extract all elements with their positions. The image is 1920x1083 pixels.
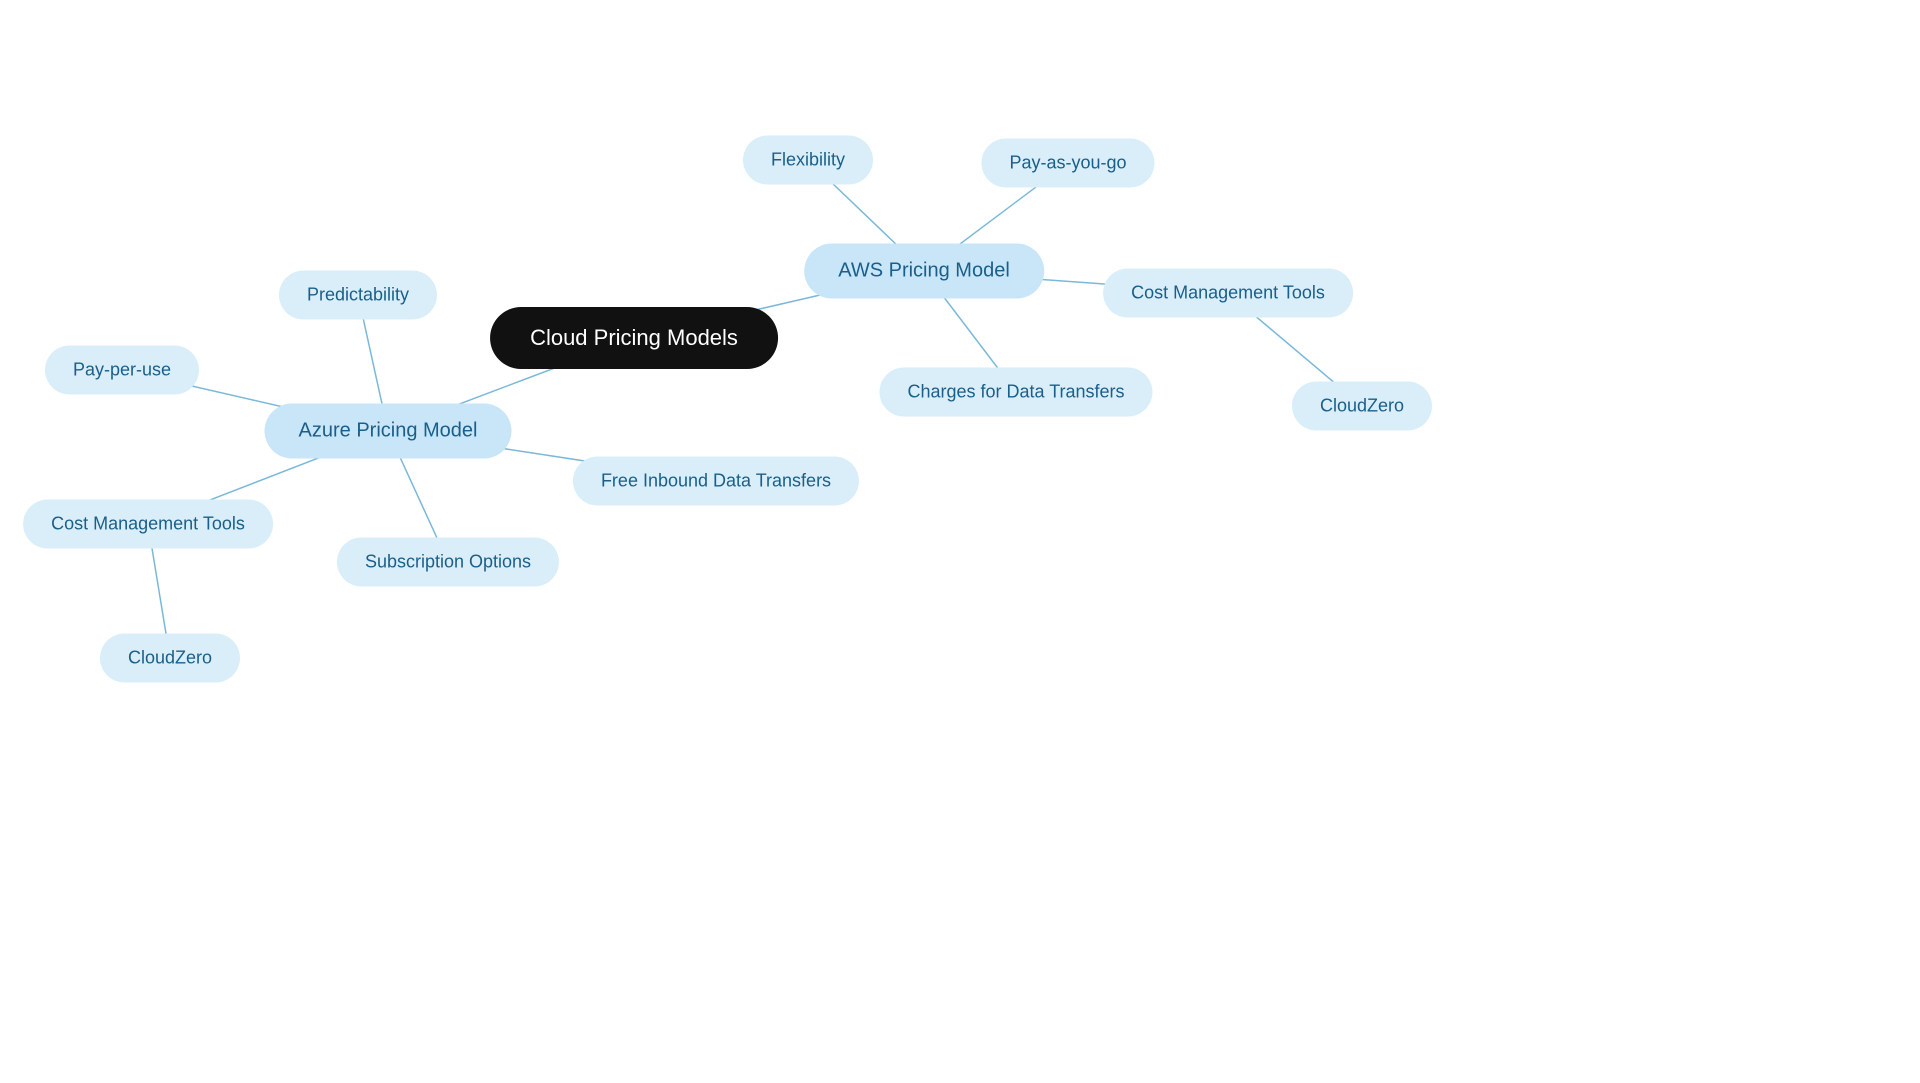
- cost-management-aws-node[interactable]: Cost Management Tools: [1103, 269, 1353, 318]
- aws-pricing-model-node[interactable]: AWS Pricing Model: [804, 244, 1044, 299]
- center-node[interactable]: Cloud Pricing Models: [490, 307, 778, 369]
- pay-as-you-go-node[interactable]: Pay-as-you-go: [981, 139, 1154, 188]
- charges-data-transfers-node[interactable]: Charges for Data Transfers: [879, 368, 1152, 417]
- flexibility-node[interactable]: Flexibility: [743, 136, 873, 185]
- subscription-options-node[interactable]: Subscription Options: [337, 538, 559, 587]
- predictability-node[interactable]: Predictability: [279, 271, 437, 320]
- cloudzero-azure-node[interactable]: CloudZero: [100, 634, 240, 683]
- free-inbound-data-transfers-node[interactable]: Free Inbound Data Transfers: [573, 457, 859, 506]
- cloudzero-aws-node[interactable]: CloudZero: [1292, 382, 1432, 431]
- pay-per-use-node[interactable]: Pay-per-use: [45, 346, 199, 395]
- azure-pricing-model-node[interactable]: Azure Pricing Model: [265, 404, 512, 459]
- cost-management-azure-node[interactable]: Cost Management Tools: [23, 500, 273, 549]
